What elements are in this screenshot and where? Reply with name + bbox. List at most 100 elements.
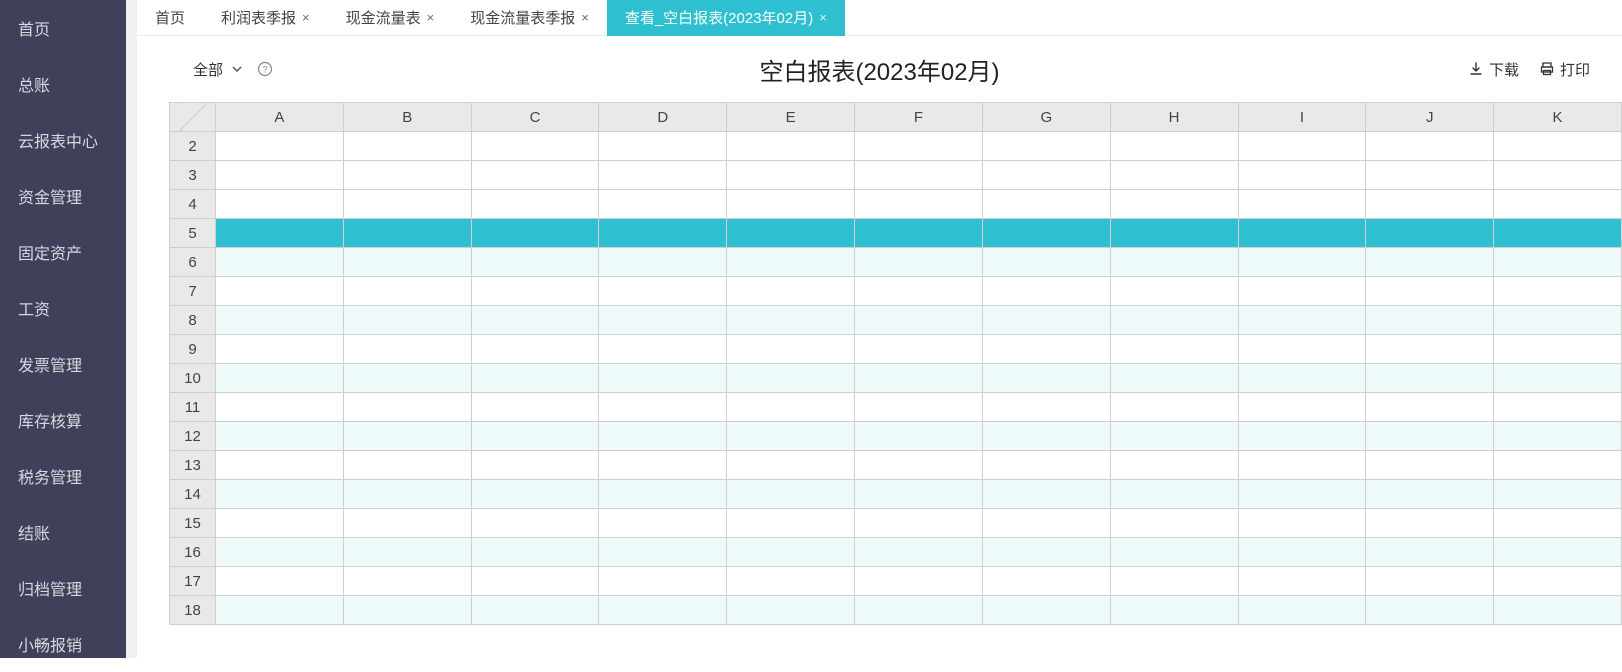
cell-K13[interactable] (1494, 451, 1622, 480)
cell-F4[interactable] (855, 190, 983, 219)
cell-H12[interactable] (1110, 422, 1238, 451)
cell-G2[interactable] (982, 132, 1110, 161)
cell-E11[interactable] (727, 393, 855, 422)
cell-G15[interactable] (982, 509, 1110, 538)
cell-E4[interactable] (727, 190, 855, 219)
cell-B14[interactable] (343, 480, 471, 509)
cell-B16[interactable] (343, 538, 471, 567)
row-header-7[interactable]: 7 (170, 277, 216, 306)
cell-A9[interactable] (216, 335, 344, 364)
cell-H15[interactable] (1110, 509, 1238, 538)
cell-J15[interactable] (1366, 509, 1494, 538)
cell-G11[interactable] (982, 393, 1110, 422)
cell-E18[interactable] (727, 596, 855, 625)
cell-E12[interactable] (727, 422, 855, 451)
cell-H9[interactable] (1110, 335, 1238, 364)
row-header-9[interactable]: 9 (170, 335, 216, 364)
cell-K16[interactable] (1494, 538, 1622, 567)
cell-H5[interactable] (1110, 219, 1238, 248)
cell-A3[interactable] (216, 161, 344, 190)
cell-H16[interactable] (1110, 538, 1238, 567)
cell-B18[interactable] (343, 596, 471, 625)
close-icon[interactable]: × (427, 10, 435, 25)
cell-C5[interactable] (471, 219, 599, 248)
cell-F10[interactable] (855, 364, 983, 393)
close-icon[interactable]: × (302, 10, 310, 25)
cell-G7[interactable] (982, 277, 1110, 306)
sidebar-item-10[interactable]: 归档管理 (0, 560, 126, 616)
row-header-11[interactable]: 11 (170, 393, 216, 422)
cell-F3[interactable] (855, 161, 983, 190)
spreadsheet-grid[interactable]: ABCDEFGHIJK23456789101112131415161718 (169, 102, 1622, 625)
cell-B10[interactable] (343, 364, 471, 393)
row-header-10[interactable]: 10 (170, 364, 216, 393)
tab-0[interactable]: 首页 (137, 0, 203, 36)
cell-D7[interactable] (599, 277, 727, 306)
cell-F7[interactable] (855, 277, 983, 306)
cell-D17[interactable] (599, 567, 727, 596)
cell-G12[interactable] (982, 422, 1110, 451)
cell-A10[interactable] (216, 364, 344, 393)
cell-H8[interactable] (1110, 306, 1238, 335)
cell-J14[interactable] (1366, 480, 1494, 509)
cell-J9[interactable] (1366, 335, 1494, 364)
cell-K14[interactable] (1494, 480, 1622, 509)
cell-H17[interactable] (1110, 567, 1238, 596)
cell-G3[interactable] (982, 161, 1110, 190)
cell-F14[interactable] (855, 480, 983, 509)
cell-E9[interactable] (727, 335, 855, 364)
row-header-8[interactable]: 8 (170, 306, 216, 335)
row-header-5[interactable]: 5 (170, 219, 216, 248)
cell-F18[interactable] (855, 596, 983, 625)
cell-H2[interactable] (1110, 132, 1238, 161)
cell-D6[interactable] (599, 248, 727, 277)
cell-E2[interactable] (727, 132, 855, 161)
cell-I10[interactable] (1238, 364, 1366, 393)
cell-C18[interactable] (471, 596, 599, 625)
cell-K10[interactable] (1494, 364, 1622, 393)
cell-B2[interactable] (343, 132, 471, 161)
cell-F2[interactable] (855, 132, 983, 161)
cell-A13[interactable] (216, 451, 344, 480)
cell-G9[interactable] (982, 335, 1110, 364)
cell-A2[interactable] (216, 132, 344, 161)
cell-H6[interactable] (1110, 248, 1238, 277)
cell-F5[interactable] (855, 219, 983, 248)
tab-3[interactable]: 现金流量表季报× (452, 0, 607, 36)
cell-J13[interactable] (1366, 451, 1494, 480)
cell-I8[interactable] (1238, 306, 1366, 335)
cell-D4[interactable] (599, 190, 727, 219)
cell-G6[interactable] (982, 248, 1110, 277)
cell-G18[interactable] (982, 596, 1110, 625)
col-header-H[interactable]: H (1110, 103, 1238, 132)
row-header-13[interactable]: 13 (170, 451, 216, 480)
cell-F6[interactable] (855, 248, 983, 277)
row-header-16[interactable]: 16 (170, 538, 216, 567)
cell-C6[interactable] (471, 248, 599, 277)
cell-D8[interactable] (599, 306, 727, 335)
sidebar-item-8[interactable]: 税务管理 (0, 448, 126, 504)
sidebar-item-5[interactable]: 工资 (0, 280, 126, 336)
col-header-I[interactable]: I (1238, 103, 1366, 132)
cell-E14[interactable] (727, 480, 855, 509)
cell-J11[interactable] (1366, 393, 1494, 422)
sidebar-item-6[interactable]: 发票管理 (0, 336, 126, 392)
cell-A15[interactable] (216, 509, 344, 538)
col-header-G[interactable]: G (982, 103, 1110, 132)
col-header-F[interactable]: F (855, 103, 983, 132)
cell-I11[interactable] (1238, 393, 1366, 422)
cell-J6[interactable] (1366, 248, 1494, 277)
cell-H13[interactable] (1110, 451, 1238, 480)
sidebar-item-4[interactable]: 固定资产 (0, 224, 126, 280)
row-header-12[interactable]: 12 (170, 422, 216, 451)
col-header-D[interactable]: D (599, 103, 727, 132)
cell-K5[interactable] (1494, 219, 1622, 248)
cell-D9[interactable] (599, 335, 727, 364)
cell-J2[interactable] (1366, 132, 1494, 161)
cell-C4[interactable] (471, 190, 599, 219)
cell-C17[interactable] (471, 567, 599, 596)
cell-C10[interactable] (471, 364, 599, 393)
sidebar-item-3[interactable]: 资金管理 (0, 168, 126, 224)
cell-D18[interactable] (599, 596, 727, 625)
cell-K17[interactable] (1494, 567, 1622, 596)
